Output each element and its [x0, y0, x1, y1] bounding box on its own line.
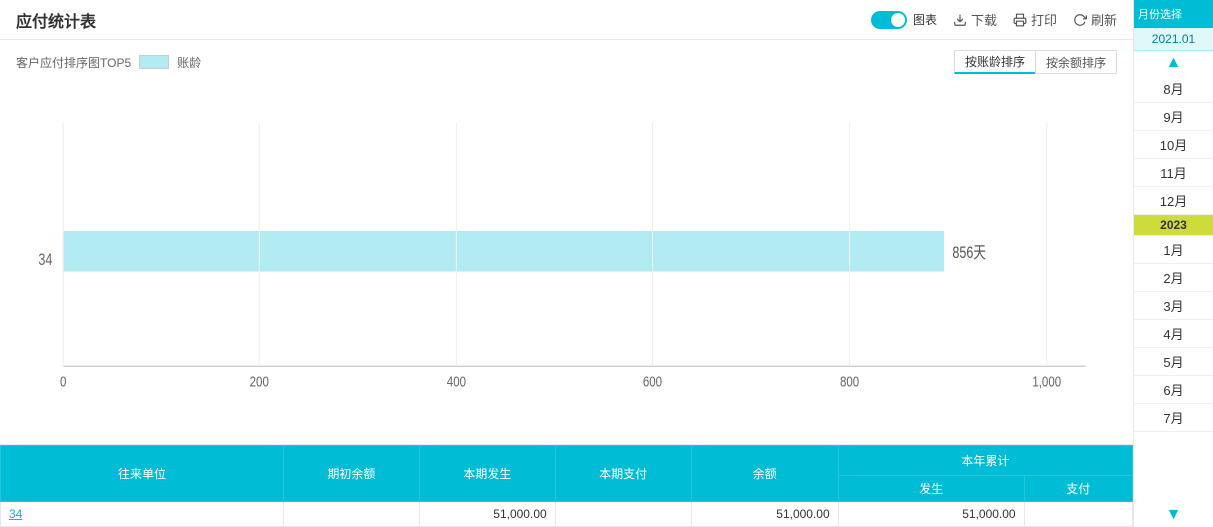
sidebar-month-9[interactable]: 9月: [1134, 103, 1213, 131]
table-wrapper: 往来单位 期初余额 本期发生 本期支付 余额 本年累计 发生 支付 34: [0, 445, 1133, 527]
cell-ytd-pay: [1024, 502, 1132, 527]
sidebar-month-5[interactable]: 5月: [1134, 348, 1213, 376]
sidebar-down-arrow[interactable]: ▼: [1134, 503, 1213, 527]
sort-by-age-button[interactable]: 按账龄排序: [954, 50, 1035, 74]
legend-title: 客户应付排序图TOP5: [16, 54, 131, 71]
svg-text:0: 0: [60, 373, 66, 390]
refresh-button[interactable]: 刷新: [1073, 10, 1117, 29]
svg-text:34: 34: [38, 251, 52, 269]
sidebar-month-8[interactable]: 8月: [1134, 75, 1213, 103]
page-title: 应付统计表: [16, 8, 96, 32]
cell-source: 34: [1, 502, 284, 527]
sidebar-month-2[interactable]: 2月: [1134, 264, 1213, 292]
sort-by-balance-button[interactable]: 按余额排序: [1035, 50, 1117, 74]
sidebar-month-11[interactable]: 11月: [1134, 159, 1213, 187]
sidebar-month-7[interactable]: 7月: [1134, 404, 1213, 432]
svg-text:800: 800: [840, 373, 859, 390]
sidebar-month-1[interactable]: 1月: [1134, 236, 1213, 264]
col-ytd-pay: 支付: [1024, 476, 1132, 502]
svg-text:600: 600: [643, 373, 662, 390]
col-source: 往来单位: [1, 446, 284, 502]
chart-toggle[interactable]: [871, 11, 907, 29]
svg-text:400: 400: [447, 373, 466, 390]
data-table: 往来单位 期初余额 本期发生 本期支付 余额 本年累计 发生 支付 34: [0, 445, 1133, 527]
bar-chart-svg: 34 856天 0 200 400 600 800 1,000: [16, 82, 1117, 434]
chart-header: 客户应付排序图TOP5 账龄 按账龄排序 按余额排序: [16, 50, 1117, 74]
legend-box: [139, 55, 169, 69]
sidebar-month-12[interactable]: 12月: [1134, 187, 1213, 215]
sidebar: 月份选择 2021.01 ▲ 8月 9月 10月 11月 12月 2023 1月…: [1133, 0, 1213, 527]
main-content: 应付统计表 图表 下载 打印 刷新 客户应付排序图TOP5: [0, 0, 1133, 527]
chart-bar: [63, 231, 944, 272]
sidebar-date-display[interactable]: 2021.01: [1134, 28, 1213, 51]
chart-area: 客户应付排序图TOP5 账龄 按账龄排序 按余额排序 34 856天 0: [0, 40, 1133, 444]
source-link[interactable]: 34: [9, 507, 22, 521]
sidebar-header: 月份选择: [1134, 0, 1213, 28]
sidebar-year-2023[interactable]: 2023: [1134, 215, 1213, 236]
col-current: 本期发生: [419, 446, 555, 502]
print-button[interactable]: 打印: [1013, 10, 1057, 29]
sidebar-month-6[interactable]: 6月: [1134, 376, 1213, 404]
cell-payment: [555, 502, 691, 527]
chart-legend: 客户应付排序图TOP5 账龄: [16, 54, 201, 71]
sidebar-month-4[interactable]: 4月: [1134, 320, 1213, 348]
up-chevron-icon: ▲: [1166, 54, 1182, 72]
col-opening: 期初余额: [284, 446, 420, 502]
col-ytd: 本年累计: [838, 446, 1132, 476]
chart-toggle-container: 图表: [871, 11, 937, 29]
refresh-icon: [1073, 13, 1087, 27]
chart-svg: 34 856天 0 200 400 600 800 1,000: [16, 82, 1117, 434]
down-chevron-icon: ▼: [1166, 506, 1182, 524]
col-ytd-occur: 发生: [838, 476, 1024, 502]
toggle-label: 图表: [913, 11, 937, 28]
download-button[interactable]: 下载: [953, 10, 997, 29]
sidebar-month-3[interactable]: 3月: [1134, 292, 1213, 320]
table-row: 34 51,000.00 51,000.00 51,000.00: [1, 502, 1133, 527]
table-area: 往来单位 期初余额 本期发生 本期支付 余额 本年累计 发生 支付 34: [0, 444, 1133, 527]
svg-text:200: 200: [250, 373, 269, 390]
header-actions: 图表 下载 打印 刷新: [871, 10, 1117, 29]
cell-current: 51,000.00: [419, 502, 555, 527]
sort-buttons: 按账龄排序 按余额排序: [954, 50, 1117, 74]
cell-balance: 51,000.00: [691, 502, 838, 527]
header: 应付统计表 图表 下载 打印 刷新: [0, 0, 1133, 40]
cell-opening: [284, 502, 420, 527]
sidebar-month-list: 8月 9月 10月 11月 12月 2023 1月 2月 3月 4月 5月 6月…: [1134, 75, 1213, 503]
sidebar-header-label: 月份选择: [1138, 6, 1182, 22]
cell-ytd-occur: 51,000.00: [838, 502, 1024, 527]
col-balance: 余额: [691, 446, 838, 502]
print-icon: [1013, 13, 1027, 27]
sidebar-month-10[interactable]: 10月: [1134, 131, 1213, 159]
sidebar-up-arrow[interactable]: ▲: [1134, 51, 1213, 75]
legend-box-label: 账龄: [177, 54, 201, 71]
col-payment: 本期支付: [555, 446, 691, 502]
svg-text:856天: 856天: [952, 245, 986, 263]
svg-text:1,000: 1,000: [1032, 373, 1061, 390]
download-icon: [953, 13, 967, 27]
